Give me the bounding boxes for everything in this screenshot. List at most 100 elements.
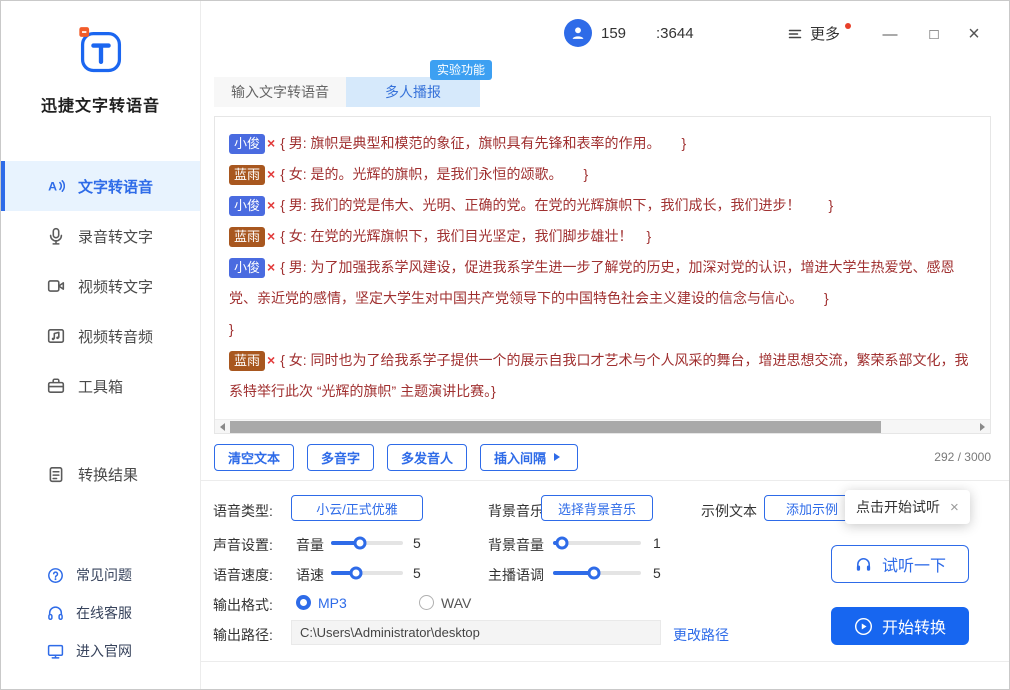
sidebar: 迅捷文字转语音 A 文字转语音 录音转文字 视频转文字 <box>1 1 201 689</box>
maximize-button[interactable]: □ <box>921 21 947 47</box>
sidebar-menu: A 文字转语音 录音转文字 视频转文字 视频转音频 <box>1 161 200 499</box>
clear-text-button[interactable]: 清空文本 <box>214 444 294 471</box>
volume-label: 音量 <box>296 535 324 555</box>
speaker-tag: 蓝雨 <box>229 351 265 371</box>
more-menu-button[interactable]: 更多 <box>787 23 851 44</box>
video-audio-icon <box>47 327 65 345</box>
remove-speaker-icon[interactable]: × <box>267 135 275 151</box>
speech-speed-label: 语音速度: <box>213 565 273 585</box>
sidebar-item-faq[interactable]: 常见问题 <box>1 561 200 589</box>
remove-speaker-icon[interactable]: × <box>267 228 275 244</box>
bottom-strip <box>201 662 1009 689</box>
sidebar-item-text-to-speech[interactable]: A 文字转语音 <box>1 161 200 211</box>
titlebar: 159 :3644 更多 — □ × <box>201 1 1009 65</box>
volume-slider[interactable] <box>331 541 403 545</box>
char-count: 292 / 3000 <box>934 450 991 464</box>
slider-thumb[interactable] <box>353 537 366 550</box>
pitch-value: 5 <box>653 565 661 581</box>
editor-body[interactable]: 小俊×{ 男: 旗帜是典型和模范的象征，旗帜具有先锋和表率的作用。 } 蓝雨×{… <box>215 117 990 407</box>
sidebar-item-toolbox[interactable]: 工具箱 <box>1 361 200 411</box>
speaker-tag: 蓝雨 <box>229 227 265 247</box>
sidebar-item-label: 视频转音频 <box>78 326 153 347</box>
preview-button[interactable]: 试听一下 <box>831 545 969 583</box>
pitch-slider[interactable] <box>553 571 641 575</box>
speaker-tag: 小俊 <box>229 258 265 278</box>
remove-speaker-icon[interactable]: × <box>267 259 275 275</box>
radio-mp3[interactable] <box>296 595 311 610</box>
scroll-right-icon[interactable] <box>976 420 990 433</box>
bgm-select-button[interactable]: 选择背景音乐 <box>541 495 653 521</box>
dialogue-text: } <box>229 321 234 337</box>
sidebar-item-video-to-text[interactable]: 视频转文字 <box>1 261 200 311</box>
change-path-link[interactable]: 更改路径 <box>673 625 729 645</box>
notification-dot <box>845 23 851 29</box>
sidebar-item-video-to-audio[interactable]: 视频转音频 <box>1 311 200 361</box>
sidebar-footer: 常见问题 在线客服 进入官网 <box>1 561 200 665</box>
results-icon <box>47 465 65 483</box>
remove-speaker-icon[interactable]: × <box>267 352 275 368</box>
tab-text-input[interactable]: 输入文字转语音 <box>214 77 346 107</box>
sidebar-item-label: 转换结果 <box>78 464 138 485</box>
minimize-button[interactable]: — <box>877 21 903 47</box>
voice-type-button[interactable]: 小云/正式优雅 <box>291 495 423 521</box>
scrollbar-thumb[interactable] <box>230 421 881 433</box>
scroll-left-icon[interactable] <box>215 420 229 433</box>
dialogue-text: { 男: 我们的党是伟大、光明、正确的党。在党的光辉旗帜下，我们成长，我们进步！… <box>280 197 833 213</box>
tooltip-close-icon[interactable]: × <box>950 499 959 516</box>
horizontal-scrollbar[interactable] <box>215 419 990 433</box>
bg-volume-slider[interactable] <box>553 541 641 545</box>
sidebar-item-label: 在线客服 <box>76 603 132 623</box>
slider-thumb[interactable] <box>350 567 363 580</box>
polyphonic-button[interactable]: 多音字 <box>307 444 374 471</box>
sidebar-item-label: 工具箱 <box>78 376 123 397</box>
close-button[interactable]: × <box>961 21 987 47</box>
sidebar-item-label: 文字转语音 <box>78 176 153 197</box>
app-window: 迅捷文字转语音 A 文字转语音 录音转文字 视频转文字 <box>0 0 1010 690</box>
user-icon <box>569 24 587 42</box>
remove-speaker-icon[interactable]: × <box>267 166 275 182</box>
app-name: 迅捷文字转语音 <box>1 92 200 116</box>
speed-sub-label: 语速 <box>296 565 324 585</box>
user-avatar[interactable] <box>564 19 592 47</box>
convert-button[interactable]: 开始转换 <box>831 607 969 645</box>
microphone-icon <box>47 227 65 245</box>
sidebar-item-audio-to-text[interactable]: 录音转文字 <box>1 211 200 261</box>
sidebar-item-label: 进入官网 <box>76 641 132 661</box>
tab-multi-speaker[interactable]: 多人播报 <box>346 77 480 107</box>
toolbox-icon <box>47 377 65 395</box>
sidebar-item-label: 录音转文字 <box>78 226 153 247</box>
multi-speaker-button[interactable]: 多发音人 <box>387 444 467 471</box>
volume-value: 5 <box>413 535 421 551</box>
sample-text-label: 示例文本 <box>701 501 757 521</box>
logo-area: 迅捷文字转语音 <box>1 1 200 161</box>
sidebar-item-results[interactable]: 转换结果 <box>1 449 200 499</box>
wav-label[interactable]: WAV <box>441 595 471 611</box>
output-path-input[interactable] <box>291 620 661 645</box>
mp3-label[interactable]: MP3 <box>318 595 347 611</box>
sidebar-item-support[interactable]: 在线客服 <box>1 599 200 627</box>
dialogue-line: 小俊×{ 男: 旗帜是典型和模范的象征，旗帜具有先锋和表率的作用。 } <box>229 128 976 159</box>
dialogue-line: 蓝雨×{ 女: 同时也为了给我系学子提供一个的展示自我口才艺术与个人风采的舞台，… <box>229 345 976 407</box>
main-panel: 159 :3644 更多 — □ × 输入文字转语音 多人播报 实验功能 小俊×… <box>201 1 1009 689</box>
slider-thumb[interactable] <box>555 537 568 550</box>
slider-thumb[interactable] <box>588 567 601 580</box>
dialogue-text: { 女: 在党的光辉旗帜下，我们目光坚定，我们脚步雄壮！ } <box>280 228 651 244</box>
speaker-tag: 小俊 <box>229 134 265 154</box>
sound-settings-label: 声音设置: <box>213 535 273 555</box>
experimental-badge: 实验功能 <box>430 60 492 80</box>
dialogue-text: { 女: 是的。光辉的旗帜，是我们永恒的颂歌。 } <box>280 166 588 182</box>
remove-speaker-icon[interactable]: × <box>267 197 275 213</box>
text-to-speech-icon: A <box>47 177 65 195</box>
dialogue-line: } <box>229 314 976 345</box>
bg-volume-label: 背景音量 <box>488 535 544 555</box>
dialogue-editor[interactable]: 小俊×{ 男: 旗帜是典型和模范的象征，旗帜具有先锋和表率的作用。 } 蓝雨×{… <box>214 116 991 434</box>
headphones-icon <box>854 555 873 574</box>
insert-pause-button[interactable]: 插入间隔 <box>480 444 578 471</box>
speed-slider[interactable] <box>331 571 403 575</box>
website-icon <box>47 643 64 660</box>
radio-wav[interactable] <box>419 595 434 610</box>
tabs-bar: 输入文字转语音 多人播报 实验功能 <box>214 77 1009 107</box>
account-number-prefix: 159 <box>601 25 626 42</box>
sidebar-item-website[interactable]: 进入官网 <box>1 637 200 665</box>
output-format-label: 输出格式: <box>213 595 273 615</box>
